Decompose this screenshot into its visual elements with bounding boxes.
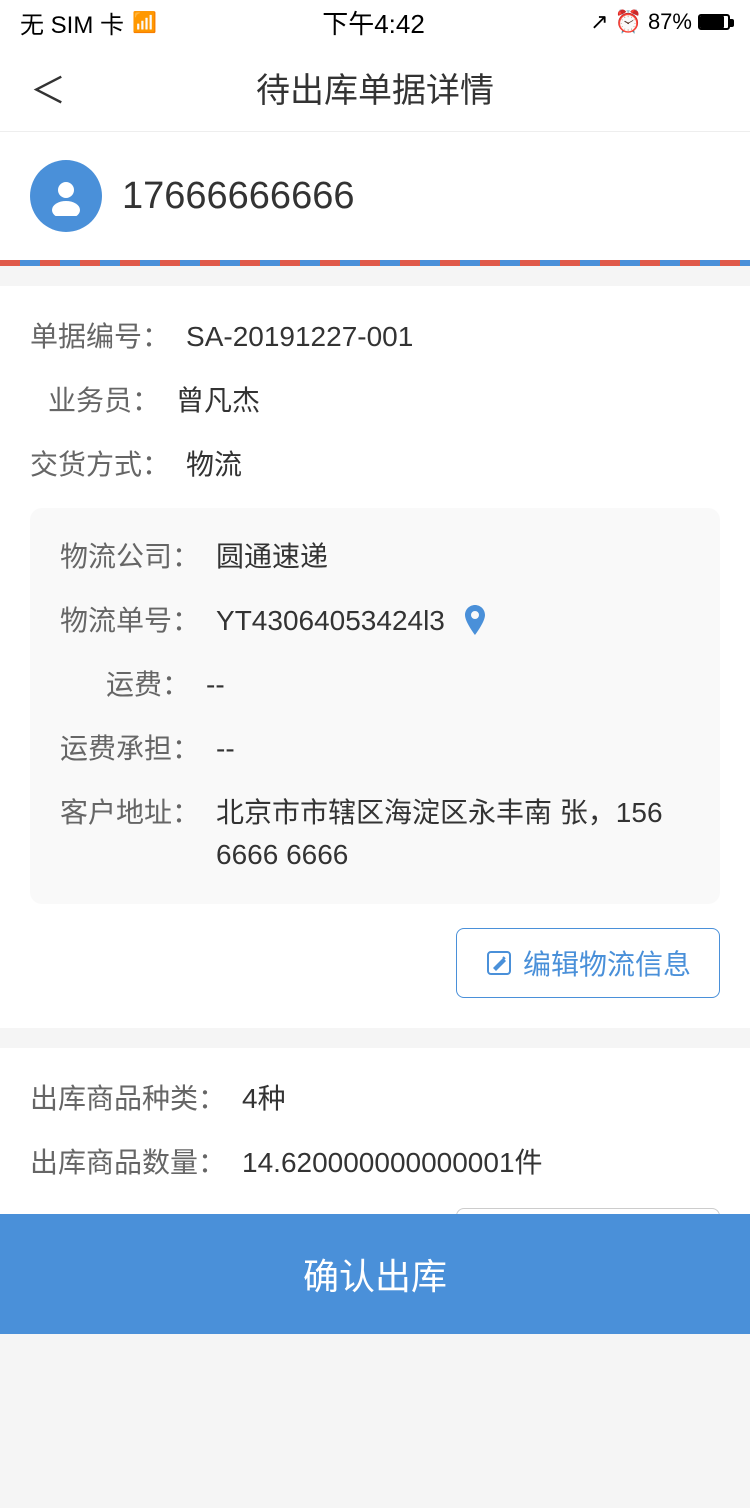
salesman-value: 曾凡杰 bbox=[176, 380, 720, 422]
user-header: 17666666666 bbox=[0, 132, 750, 260]
address-row: 客户地址： 北京市市辖区海淀区永丰南 张，156 6666 6666 bbox=[60, 792, 690, 876]
bottom-spacer bbox=[0, 1308, 750, 1508]
edit-logistics-label: 编辑物流信息 bbox=[523, 943, 691, 983]
order-info-section: 单据编号： SA-20191227-001 业务员： 曾凡杰 交货方式： 物流 … bbox=[0, 286, 750, 1028]
company-row: 物流公司： 圆通速递 bbox=[60, 536, 690, 578]
company-label: 物流公司： bbox=[60, 536, 200, 578]
status-left: 无 SIM 卡 📶 bbox=[20, 5, 157, 40]
logistics-card: 物流公司： 圆通速递 物流单号： YT43064053424l3 运费： -- … bbox=[30, 508, 720, 904]
salesman-row: 业务员： 曾凡杰 bbox=[30, 380, 720, 422]
page-title: 待出库单据详情 bbox=[86, 63, 664, 112]
freight-label: 运费： bbox=[60, 664, 190, 706]
goods-quantity-label: 出库商品数量： bbox=[30, 1142, 226, 1184]
freight-value: -- bbox=[206, 664, 690, 706]
back-button[interactable]: ＜ bbox=[30, 62, 66, 114]
confirm-bar: 确认出库 bbox=[0, 1214, 750, 1334]
status-bar: 无 SIM 卡 📶 下午4:42 ↗ ⏰ 87% bbox=[0, 0, 750, 44]
address-value: 北京市市辖区海淀区永丰南 张，156 6666 6666 bbox=[216, 792, 690, 876]
goods-quantity-row: 出库商品数量： 14.620000000000001件 bbox=[30, 1142, 720, 1184]
address-label: 客户地址： bbox=[60, 792, 200, 834]
confirm-button[interactable]: 确认出库 bbox=[0, 1214, 750, 1334]
battery-icon bbox=[698, 14, 730, 30]
freight-bearer-row: 运费承担： -- bbox=[60, 728, 690, 770]
status-right: ↗ ⏰ 87% bbox=[590, 9, 730, 35]
edit-logistics-container: 编辑物流信息 bbox=[30, 928, 720, 998]
dashed-separator bbox=[0, 260, 750, 266]
goods-quantity-value: 14.620000000000001件 bbox=[242, 1142, 720, 1184]
tracking-label: 物流单号： bbox=[60, 600, 200, 642]
delivery-row: 交货方式： 物流 bbox=[30, 444, 720, 486]
goods-type-label: 出库商品种类： bbox=[30, 1078, 226, 1120]
doc-number-label: 单据编号： bbox=[30, 316, 170, 358]
tracking-row: 物流单号： YT43064053424l3 bbox=[60, 600, 690, 642]
freight-row: 运费： -- bbox=[60, 664, 690, 706]
doc-number-row: 单据编号： SA-20191227-001 bbox=[30, 316, 720, 358]
avatar bbox=[30, 160, 102, 232]
battery-text: 87% bbox=[648, 9, 692, 35]
location-icon: ↗ bbox=[590, 9, 608, 35]
nav-bar: ＜ 待出库单据详情 bbox=[0, 44, 750, 132]
freight-bearer-value: -- bbox=[216, 728, 690, 770]
user-phone: 17666666666 bbox=[122, 175, 354, 218]
goods-type-row: 出库商品种类： 4种 bbox=[30, 1078, 720, 1120]
alarm-icon: ⏰ bbox=[615, 9, 642, 35]
freight-bearer-label: 运费承担： bbox=[60, 728, 200, 770]
delivery-value: 物流 bbox=[186, 444, 720, 486]
carrier-text: 无 SIM 卡 bbox=[20, 5, 124, 40]
edit-logistics-button[interactable]: 编辑物流信息 bbox=[456, 928, 720, 998]
doc-number-value: SA-20191227-001 bbox=[186, 316, 720, 358]
status-time: 下午4:42 bbox=[322, 4, 425, 41]
location-map-icon[interactable] bbox=[457, 603, 493, 639]
delivery-label: 交货方式： bbox=[30, 444, 170, 486]
company-value: 圆通速递 bbox=[216, 536, 690, 578]
tracking-value: YT43064053424l3 bbox=[216, 600, 690, 642]
goods-type-value: 4种 bbox=[242, 1078, 720, 1120]
salesman-label: 业务员： bbox=[30, 380, 160, 422]
wifi-icon: 📶 bbox=[132, 10, 157, 35]
